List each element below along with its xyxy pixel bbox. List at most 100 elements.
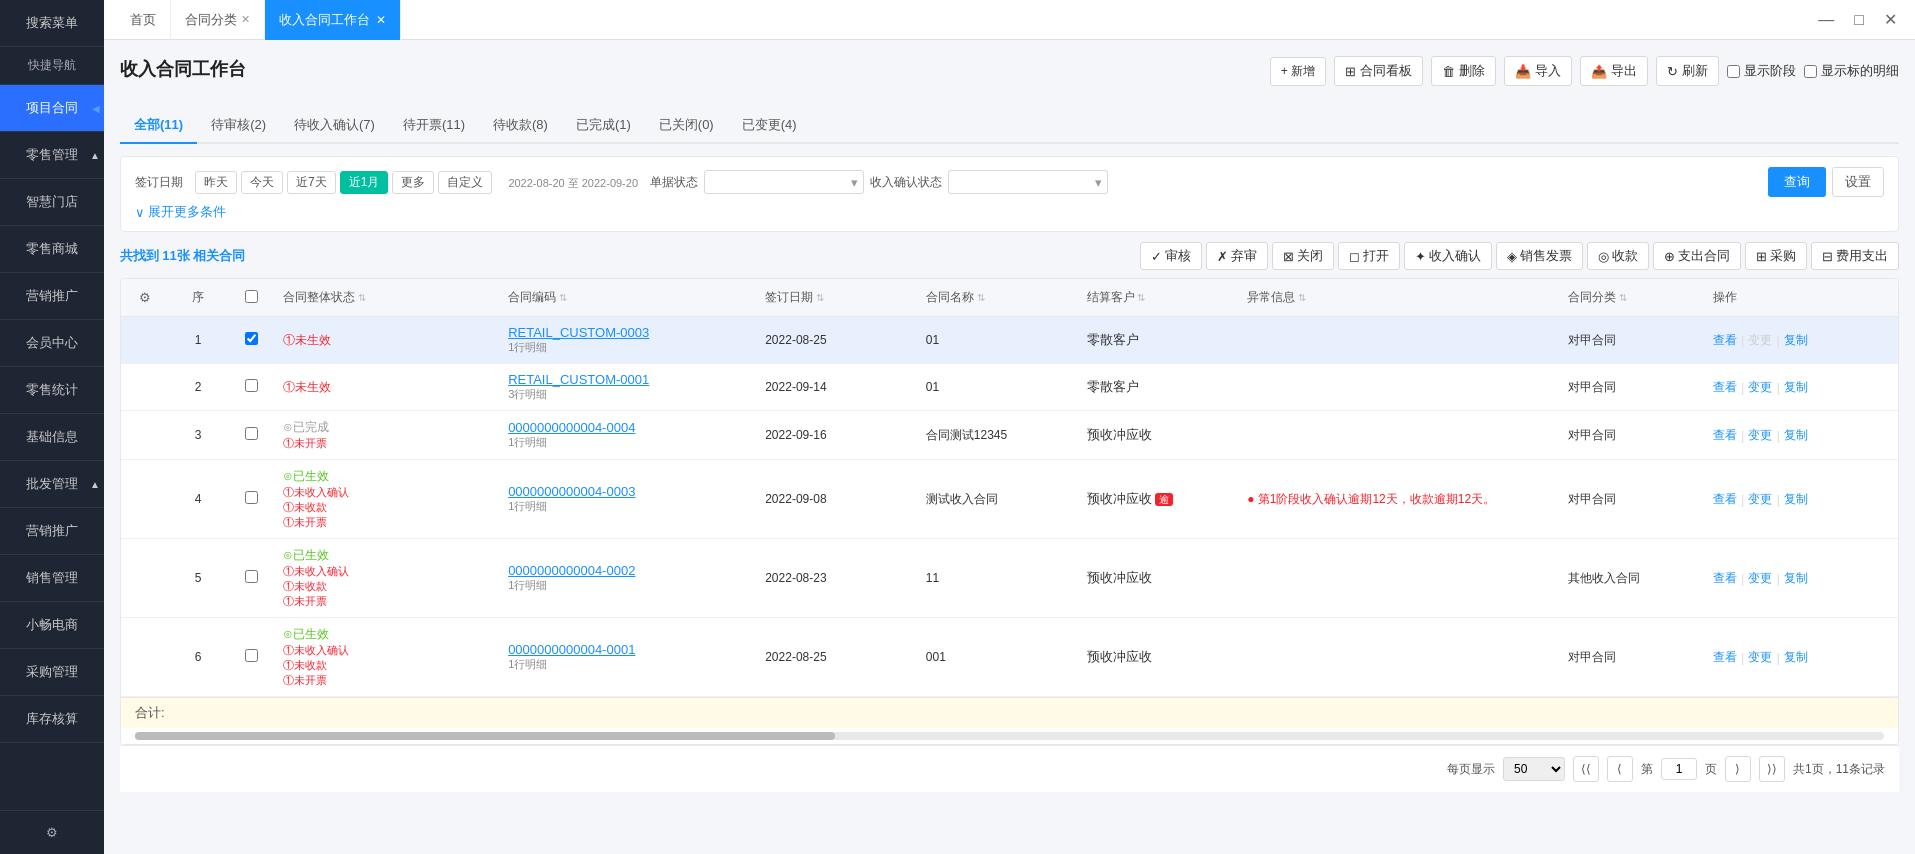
row-check-cell[interactable] <box>227 618 275 697</box>
minimize-button[interactable]: — <box>1812 11 1840 29</box>
sidebar-item-stock-calc[interactable]: 库存核算 <box>0 696 104 743</box>
row-check-cell[interactable] <box>227 317 275 364</box>
show-mark-detail-toggle[interactable]: 显示标的明细 <box>1804 62 1899 80</box>
sidebar-search[interactable]: 搜索菜单 <box>0 0 104 47</box>
show-mark-detail-checkbox[interactable] <box>1804 65 1817 78</box>
row-checkbox[interactable] <box>245 649 258 662</box>
sidebar-item-retail-mall[interactable]: 零售商城 <box>0 226 104 273</box>
filter-today[interactable]: 今天 <box>241 171 283 194</box>
op-btn-复制[interactable]: 复制 <box>1784 570 1808 587</box>
row-code[interactable]: 0000000000004-00011行明细 <box>500 618 757 697</box>
add-button[interactable]: + 新增 <box>1270 57 1326 86</box>
row-op[interactable]: 查看|变更|复制 <box>1705 364 1898 411</box>
next-page-button[interactable]: ⟩ <box>1725 756 1751 782</box>
sidebar-item-smart-store[interactable]: 智慧门店 <box>0 179 104 226</box>
contract-code-link[interactable]: RETAIL_CUSTOM-0003 <box>508 325 649 340</box>
row-code[interactable]: 0000000000004-00021行明细 <box>500 539 757 618</box>
status-tab-changed[interactable]: 已变更(4) <box>728 108 811 144</box>
show-segments-toggle[interactable]: 显示阶段 <box>1727 62 1796 80</box>
op-btn-变更[interactable]: 变更 <box>1748 427 1772 444</box>
row-checkbox[interactable] <box>245 491 258 504</box>
receive-button[interactable]: ◎ 收款 <box>1587 242 1649 270</box>
doc-status-select[interactable] <box>704 170 864 194</box>
pay-contract-button[interactable]: ⊕ 支出合同 <box>1653 242 1741 270</box>
op-btn-复制[interactable]: 复制 <box>1784 332 1808 349</box>
sidebar-item-project[interactable]: 项目合同 <box>0 85 104 132</box>
sidebar-item-marketing[interactable]: 营销推广 <box>0 273 104 320</box>
op-btn-查看[interactable]: 查看 <box>1713 332 1737 349</box>
sidebar-item-basic-info[interactable]: 基础信息 <box>0 414 104 461</box>
op-btn-复制[interactable]: 复制 <box>1784 649 1808 666</box>
op-btn-复制[interactable]: 复制 <box>1784 379 1808 396</box>
th-check[interactable] <box>227 279 275 317</box>
row-check-cell[interactable] <box>227 364 275 411</box>
filter-yesterday[interactable]: 昨天 <box>195 171 237 194</box>
op-btn-查看[interactable]: 查看 <box>1713 491 1737 508</box>
status-tab-pending-receive[interactable]: 待收款(8) <box>479 108 562 144</box>
first-page-button[interactable]: ⟨⟨ <box>1573 756 1599 782</box>
row-code[interactable]: RETAIL_CUSTOM-00031行明细 <box>500 317 757 364</box>
tab-contract-category[interactable]: 合同分类 ✕ <box>171 0 265 40</box>
op-btn-变更[interactable]: 变更 <box>1748 570 1772 587</box>
sidebar-item-sales-mgr[interactable]: 销售管理 <box>0 555 104 602</box>
purchase-button[interactable]: ⊞ 采购 <box>1745 242 1807 270</box>
import-button[interactable]: 📥 导入 <box>1504 56 1572 86</box>
expand-more-button[interactable]: ∨ 展开更多条件 <box>135 203 226 221</box>
th-code[interactable]: 合同编码 <box>500 279 757 317</box>
row-op[interactable]: 查看|变更|复制 <box>1705 539 1898 618</box>
status-tab-pending-invoice[interactable]: 待开票(11) <box>389 108 479 144</box>
sidebar-item-purchase-mgr[interactable]: 采购管理 <box>0 649 104 696</box>
row-op[interactable]: 查看|变更|复制 <box>1705 460 1898 539</box>
close-contract-category[interactable]: ✕ <box>241 13 250 26</box>
sidebar-item-marketing2[interactable]: 营销推广 <box>0 508 104 555</box>
th-abnormal[interactable]: 异常信息 <box>1239 279 1560 317</box>
gear-icon[interactable]: ⚙ <box>0 810 104 854</box>
sidebar-item-retail-mgr[interactable]: 零售管理 <box>0 132 104 179</box>
row-checkbox[interactable] <box>245 332 258 345</box>
maximize-button[interactable]: □ <box>1848 11 1870 29</box>
row-op[interactable]: 查看|变更|复制 <box>1705 411 1898 460</box>
column-settings-icon[interactable]: ⚙ <box>139 290 151 305</box>
close-contract-button[interactable]: ⊠ 关闭 <box>1272 242 1334 270</box>
delete-button[interactable]: 🗑 删除 <box>1431 56 1496 86</box>
th-name[interactable]: 合同名称 <box>918 279 1079 317</box>
select-all-checkbox[interactable] <box>245 290 258 303</box>
op-btn-查看[interactable]: 查看 <box>1713 649 1737 666</box>
income-confirm-select[interactable] <box>948 170 1108 194</box>
contract-code-link[interactable]: 0000000000004-0003 <box>508 484 635 499</box>
contract-code-link[interactable]: 0000000000004-0004 <box>508 420 635 435</box>
contract-board-button[interactable]: ⊞ 合同看板 <box>1334 56 1423 86</box>
filter-last7days[interactable]: 近7天 <box>287 171 336 194</box>
contract-code-link[interactable]: 0000000000004-0002 <box>508 563 635 578</box>
row-code[interactable]: 0000000000004-00031行明细 <box>500 460 757 539</box>
op-btn-复制[interactable]: 复制 <box>1784 427 1808 444</box>
status-tab-pending-audit[interactable]: 待审核(2) <box>197 108 280 144</box>
row-op[interactable]: 查看|变更|复制 <box>1705 317 1898 364</box>
status-tab-closed[interactable]: 已关闭(0) <box>645 108 728 144</box>
op-btn-查看[interactable]: 查看 <box>1713 570 1737 587</box>
th-settings[interactable]: ⚙ <box>121 279 169 317</box>
status-tab-completed[interactable]: 已完成(1) <box>562 108 645 144</box>
audit-button[interactable]: ✓ 审核 <box>1140 242 1202 270</box>
close-income-contract[interactable]: ✕ <box>376 13 386 27</box>
th-status[interactable]: 合同整体状态 <box>275 279 500 317</box>
th-customer[interactable]: 结算客户 <box>1079 279 1240 317</box>
setting-button[interactable]: 设置 <box>1832 167 1884 197</box>
sidebar-item-xiaochang[interactable]: 小畅电商 <box>0 602 104 649</box>
op-btn-查看[interactable]: 查看 <box>1713 427 1737 444</box>
row-check-cell[interactable] <box>227 539 275 618</box>
per-page-select[interactable]: 50 <box>1503 757 1565 781</box>
filter-custom[interactable]: 自定义 <box>438 171 492 194</box>
filter-more[interactable]: 更多 <box>392 171 434 194</box>
abandon-button[interactable]: ✗ 弃审 <box>1206 242 1268 270</box>
expense-pay-button[interactable]: ⊟ 费用支出 <box>1811 242 1899 270</box>
sales-invoice-button[interactable]: ◈ 销售发票 <box>1496 242 1583 270</box>
th-type[interactable]: 合同分类 <box>1560 279 1705 317</box>
op-btn-变更[interactable]: 变更 <box>1748 491 1772 508</box>
op-btn-查看[interactable]: 查看 <box>1713 379 1737 396</box>
query-button[interactable]: 查询 <box>1768 167 1826 197</box>
status-tab-pending-income[interactable]: 待收入确认(7) <box>280 108 389 144</box>
sidebar-item-wholesale-mgr[interactable]: 批发管理 <box>0 461 104 508</box>
income-confirm-button[interactable]: ✦ 收入确认 <box>1404 242 1492 270</box>
tab-home[interactable]: 首页 <box>116 0 171 40</box>
